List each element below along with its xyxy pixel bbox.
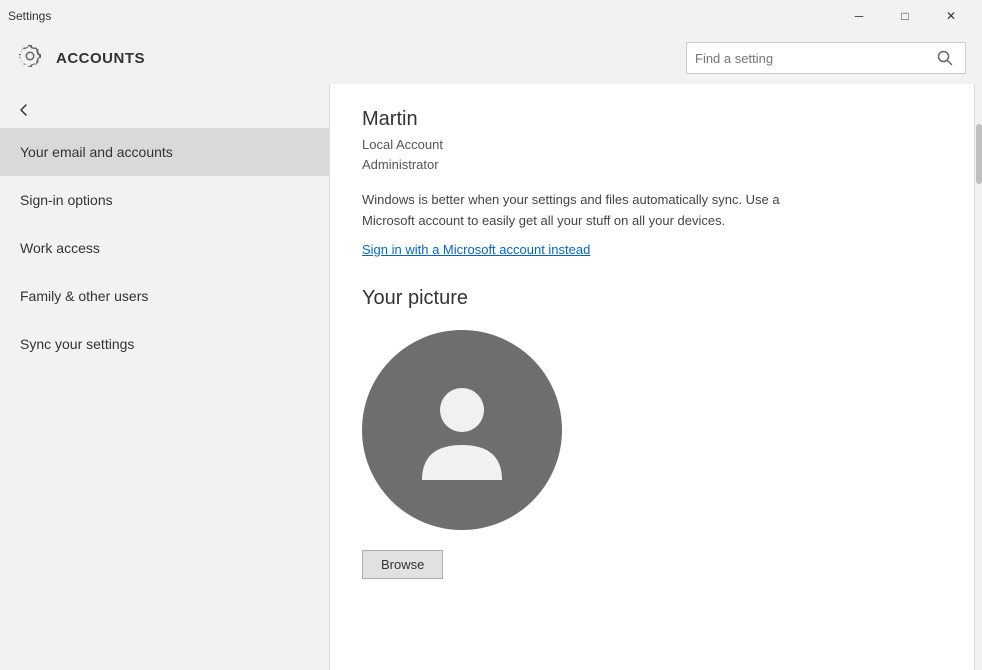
avatar: [362, 330, 562, 530]
title-bar-text: Settings: [8, 9, 51, 23]
sync-message: Windows is better when your settings and…: [362, 190, 802, 232]
search-icon: [937, 50, 953, 66]
sidebar-item-label: Family & other users: [20, 288, 148, 304]
search-box: [686, 42, 966, 74]
account-type: Local Account: [362, 135, 942, 155]
app-title: ACCOUNTS: [56, 50, 145, 67]
app-header-left: ACCOUNTS: [16, 42, 145, 75]
maximize-button[interactable]: □: [882, 0, 928, 32]
picture-section-title: Your picture: [362, 287, 942, 310]
gear-icon: [16, 42, 44, 75]
sidebar-item-label: Sync your settings: [20, 336, 134, 352]
sidebar-item-your-email-and-accounts[interactable]: Your email and accounts: [0, 128, 329, 176]
user-name: Martin: [362, 108, 942, 131]
search-input[interactable]: [687, 43, 925, 73]
content-area: Martin Local Account Administrator Windo…: [330, 84, 974, 670]
main-layout: Your email and accounts Sign-in options …: [0, 84, 982, 670]
scrollbar-track: [974, 84, 982, 670]
close-button[interactable]: ✕: [928, 0, 974, 32]
sidebar: Your email and accounts Sign-in options …: [0, 84, 330, 670]
minimize-button[interactable]: ─: [836, 0, 882, 32]
title-bar-controls: ─ □ ✕: [836, 0, 974, 32]
account-role: Administrator: [362, 155, 942, 175]
title-bar: Settings ─ □ ✕: [0, 0, 982, 32]
title-bar-left: Settings: [8, 9, 51, 23]
sidebar-item-sign-in-options[interactable]: Sign-in options: [0, 176, 329, 224]
sidebar-item-label: Sign-in options: [20, 192, 113, 208]
sidebar-item-label: Work access: [20, 240, 100, 256]
sidebar-item-sync-your-settings[interactable]: Sync your settings: [0, 320, 329, 368]
person-icon: [412, 375, 512, 485]
back-button[interactable]: [8, 94, 40, 126]
back-row: [0, 92, 329, 128]
sidebar-item-work-access[interactable]: Work access: [0, 224, 329, 272]
sign-in-link[interactable]: Sign in with a Microsoft account instead: [362, 242, 590, 257]
back-icon: [17, 103, 31, 117]
sidebar-item-family-and-other-users[interactable]: Family & other users: [0, 272, 329, 320]
app-header: ACCOUNTS: [0, 32, 982, 84]
sidebar-item-label: Your email and accounts: [20, 144, 173, 160]
browse-button[interactable]: Browse: [362, 550, 443, 579]
search-button[interactable]: [925, 43, 965, 73]
scrollbar-thumb[interactable]: [976, 124, 982, 184]
